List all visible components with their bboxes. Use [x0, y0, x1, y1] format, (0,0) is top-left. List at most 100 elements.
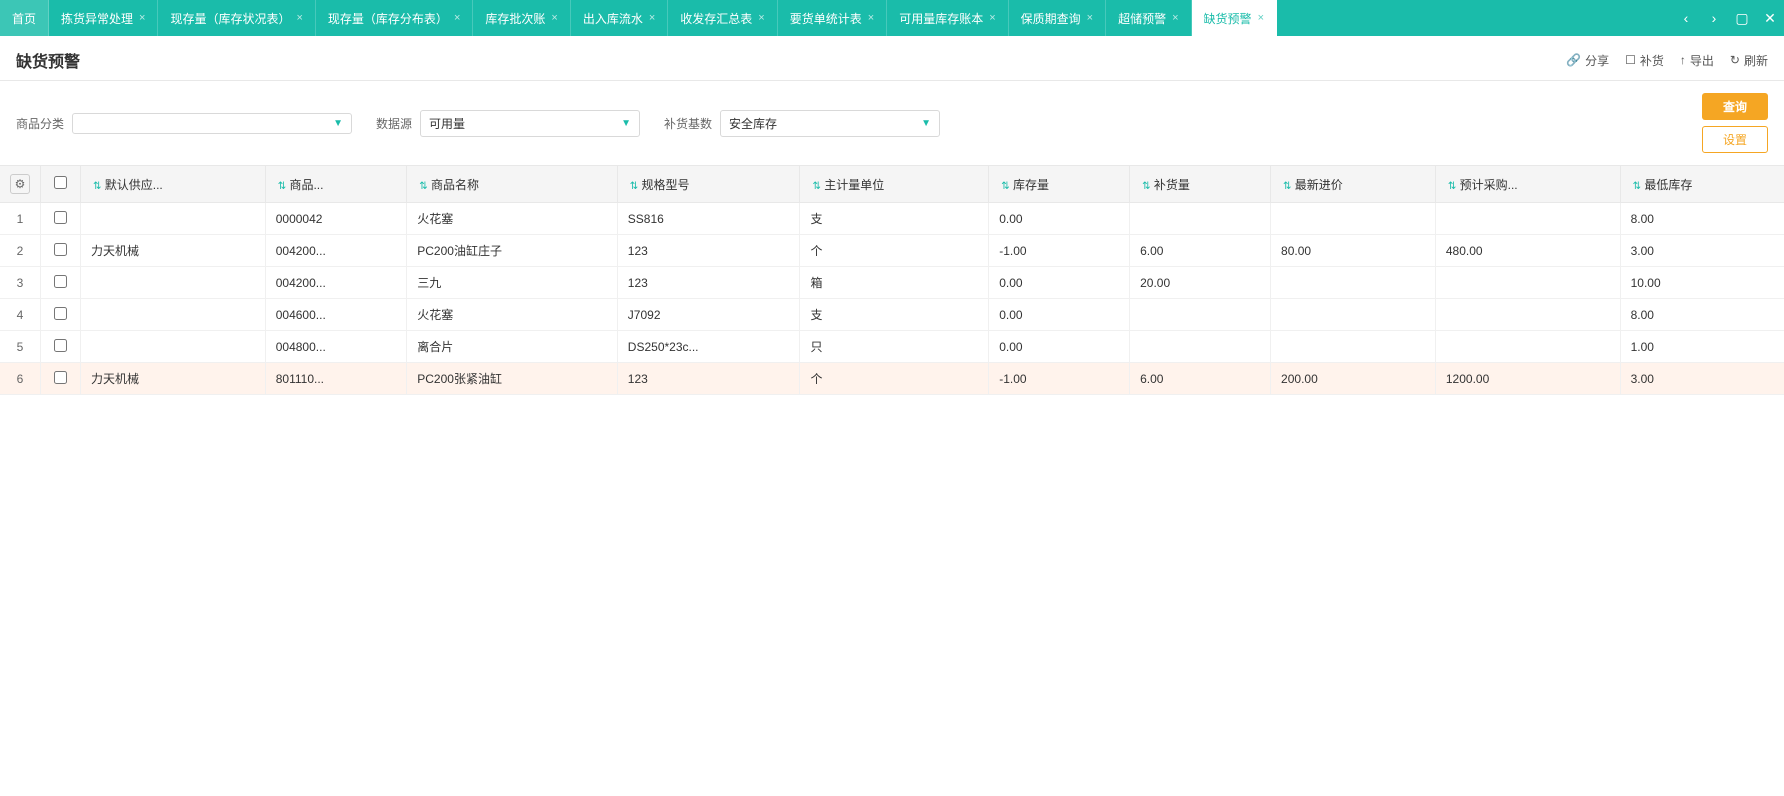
cell-product-code: 004200...	[265, 267, 407, 299]
tab-picking[interactable]: 拣货异常处理 ×	[49, 0, 158, 36]
row-checkbox[interactable]	[54, 243, 67, 256]
row-index: 2	[0, 235, 41, 267]
tab-recv-send[interactable]: 收发存汇总表 ×	[668, 0, 777, 36]
tab-close-stock-dist[interactable]: ×	[454, 12, 460, 24]
cell-spec: 123	[617, 267, 800, 299]
product-name-sort-icon: ⇅	[419, 181, 427, 192]
cell-min-stock: 8.00	[1620, 299, 1784, 331]
cell-supplement-qty: 6.00	[1130, 363, 1271, 395]
col-header-min-stock[interactable]: ⇅ 最低库存	[1620, 166, 1784, 203]
row-checkbox-cell[interactable]	[41, 267, 81, 299]
estimated-purchase-sort-icon: ⇅	[1448, 181, 1456, 192]
cell-latest-price: 200.00	[1271, 363, 1436, 395]
tab-close-overstock[interactable]: ×	[1172, 12, 1178, 24]
cell-latest-price: 80.00	[1271, 235, 1436, 267]
tab-shortage[interactable]: 缺货预警 ×	[1192, 0, 1277, 36]
cell-spec: SS816	[617, 203, 800, 235]
cell-supplement-qty: 6.00	[1130, 235, 1271, 267]
tab-overstock[interactable]: 超储预警 ×	[1106, 0, 1191, 36]
cell-estimated-purchase: 480.00	[1435, 235, 1620, 267]
cell-product-name: PC200油缸庄子	[407, 235, 618, 267]
cell-unit: 个	[800, 363, 989, 395]
row-index: 1	[0, 203, 41, 235]
tab-close-all[interactable]: ✕	[1756, 0, 1784, 36]
col-header-spec[interactable]: ⇅ 规格型号	[617, 166, 800, 203]
cell-latest-price	[1271, 267, 1436, 299]
tab-inout-flow[interactable]: 出入库流水 ×	[571, 0, 668, 36]
tab-expiry[interactable]: 保质期查询 ×	[1009, 0, 1106, 36]
row-checkbox[interactable]	[54, 307, 67, 320]
table-container: ⚙ ⇅ 默认供应... ⇅ 商品... ⇅ 商品名称	[0, 166, 1784, 395]
supplement-button[interactable]: ☐ 补货	[1625, 52, 1664, 69]
cell-stock: -1.00	[989, 235, 1130, 267]
share-button[interactable]: 🔗 分享	[1566, 52, 1609, 69]
tab-close-order-stat[interactable]: ×	[868, 12, 874, 24]
row-checkbox-cell[interactable]	[41, 299, 81, 331]
cell-product-code: 004800...	[265, 331, 407, 363]
tab-home[interactable]: 首页	[0, 0, 49, 36]
tab-available[interactable]: 可用量库存账本 ×	[887, 0, 1008, 36]
col-header-latest-price[interactable]: ⇅ 最新进价	[1271, 166, 1436, 203]
row-checkbox-cell[interactable]	[41, 203, 81, 235]
row-checkbox-cell[interactable]	[41, 363, 81, 395]
datasource-select[interactable]: 可用量 ▼	[420, 110, 640, 137]
tab-scroll-right[interactable]: ›	[1700, 0, 1728, 36]
refresh-button[interactable]: ↻ 刷新	[1730, 52, 1768, 69]
row-checkbox[interactable]	[54, 339, 67, 352]
col-header-settings[interactable]: ⚙	[0, 166, 41, 203]
cell-estimated-purchase	[1435, 299, 1620, 331]
datasource-arrow-icon: ▼	[621, 118, 631, 129]
query-button[interactable]: 查询	[1702, 93, 1768, 120]
tab-close-stock-status[interactable]: ×	[296, 12, 302, 24]
col-header-supplier[interactable]: ⇅ 默认供应...	[81, 166, 266, 203]
tab-order-stat[interactable]: 要货单统计表 ×	[778, 0, 887, 36]
export-button[interactable]: ↑ 导出	[1680, 52, 1714, 69]
tab-scroll-left[interactable]: ‹	[1672, 0, 1700, 36]
row-index: 3	[0, 267, 41, 299]
cell-product-code: 004200...	[265, 235, 407, 267]
col-header-unit[interactable]: ⇅ 主计量单位	[800, 166, 989, 203]
category-select[interactable]: ▼	[72, 113, 352, 134]
tab-batch[interactable]: 库存批次账 ×	[473, 0, 570, 36]
row-checkbox[interactable]	[54, 371, 67, 384]
tab-close-picking[interactable]: ×	[139, 12, 145, 24]
tab-restore[interactable]: ▢	[1728, 0, 1756, 36]
cell-estimated-purchase	[1435, 267, 1620, 299]
col-header-product-code[interactable]: ⇅ 商品...	[265, 166, 407, 203]
cell-unit: 个	[800, 235, 989, 267]
supplement-base-value: 安全库存	[729, 115, 777, 132]
cell-spec: DS250*23c...	[617, 331, 800, 363]
cell-supplier	[81, 331, 266, 363]
tab-close-shortage[interactable]: ×	[1258, 12, 1264, 24]
col-header-supplement-qty[interactable]: ⇅ 补货量	[1130, 166, 1271, 203]
column-settings-icon[interactable]: ⚙	[10, 174, 30, 194]
table-header-row: ⚙ ⇅ 默认供应... ⇅ 商品... ⇅ 商品名称	[0, 166, 1784, 203]
page-title: 缺货预警	[16, 48, 80, 72]
col-header-checkbox[interactable]	[41, 166, 81, 203]
tab-close-batch[interactable]: ×	[551, 12, 557, 24]
row-checkbox-cell[interactable]	[41, 331, 81, 363]
table-row: 3 004200... 三九 123 箱 0.00 20.00 10.00	[0, 267, 1784, 299]
supplement-icon: ☐	[1625, 53, 1636, 67]
latest-price-sort-icon: ⇅	[1283, 181, 1291, 192]
row-checkbox[interactable]	[54, 211, 67, 224]
tab-close-inout-flow[interactable]: ×	[649, 12, 655, 24]
cell-product-name: 火花塞	[407, 299, 618, 331]
select-all-checkbox[interactable]	[54, 176, 67, 189]
row-checkbox-cell[interactable]	[41, 235, 81, 267]
supplement-base-select[interactable]: 安全库存 ▼	[720, 110, 940, 137]
cell-unit: 箱	[800, 267, 989, 299]
tab-close-expiry[interactable]: ×	[1087, 12, 1093, 24]
table-body: 1 0000042 火花塞 SS816 支 0.00 8.00 2 力天机械 0…	[0, 203, 1784, 395]
tab-stock-status[interactable]: 现存量（库存状况表） ×	[158, 0, 315, 36]
tab-stock-dist[interactable]: 现存量（库存分布表） ×	[316, 0, 473, 36]
col-header-estimated-purchase[interactable]: ⇅ 预计采购...	[1435, 166, 1620, 203]
settings-button[interactable]: 设置	[1702, 126, 1768, 153]
col-header-product-name[interactable]: ⇅ 商品名称	[407, 166, 618, 203]
cell-supplier: 力天机械	[81, 363, 266, 395]
cell-stock: 0.00	[989, 331, 1130, 363]
col-header-stock[interactable]: ⇅ 库存量	[989, 166, 1130, 203]
tab-close-available[interactable]: ×	[989, 12, 995, 24]
tab-close-recv-send[interactable]: ×	[758, 12, 764, 24]
row-checkbox[interactable]	[54, 275, 67, 288]
